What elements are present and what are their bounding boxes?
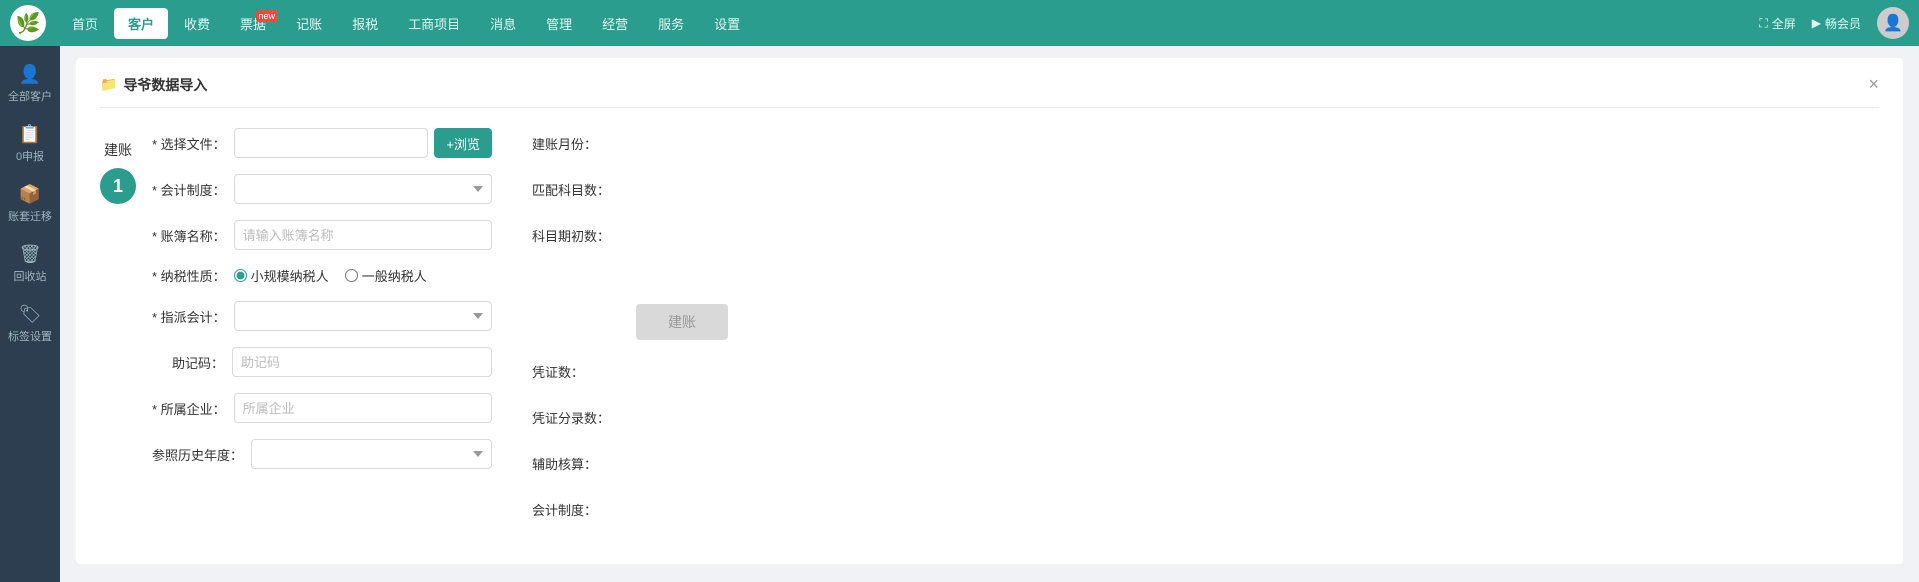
memo-input[interactable] [232,347,492,377]
nav-item-tax[interactable]: 报税 [338,8,392,39]
company-label: * 所属企业： [152,399,234,418]
info-row-voucher: 凭证数： [532,356,832,386]
company-input[interactable] [234,393,492,423]
info-entries-label: 凭证分录数： [532,408,622,427]
tax-small-label[interactable]: 小规模纳税人 [234,266,329,285]
assign-select[interactable] [234,301,492,331]
info-initial-label: 科目期初数： [532,226,622,245]
nav-item-customer[interactable]: 客户 [114,8,168,39]
vip-icon: ▶ [1812,16,1821,30]
sidebar-item-all-customers[interactable]: 👤 全部客户 [0,56,60,112]
browse-button[interactable]: +浏览 [434,128,492,158]
ledger-row: * 账簿名称： [152,220,492,250]
step-circle: 1 [100,168,136,204]
nav-item-invoice[interactable]: 票据 new [226,8,280,39]
panel-header: 📁 导爷数据导入 × [100,74,1879,108]
info-row-accounts: 匹配科目数： [532,174,832,204]
tax-row: * 纳税性质： 小规模纳税人 一般纳税人 [152,266,492,285]
nav-item-manage[interactable]: 管理 [532,8,586,39]
info-row-initial: 科目期初数： [532,220,832,250]
tax-small-radio[interactable] [234,269,247,282]
import-panel: 📁 导爷数据导入 × 建账 1 * 选择文件： [76,58,1903,564]
info-accounts-label: 匹配科目数： [532,180,622,199]
memo-row: 助记码： [152,347,492,377]
ledger-input[interactable] [234,220,492,250]
history-row: 参照历史年度： [152,439,492,469]
info-system-label: 会计制度： [532,500,622,519]
nav-item-message[interactable]: 消息 [476,8,530,39]
content-area: 📁 导爷数据导入 × 建账 1 * 选择文件： [60,46,1919,582]
nav-menu: 首页 客户 收费 票据 new 记账 报税 工商项目 消息 管理 经营 服务 设… [58,8,1759,39]
close-button[interactable]: × [1868,74,1879,95]
nav-item-home[interactable]: 首页 [58,8,112,39]
form-fields: * 选择文件： +浏览 * 会计制度： [152,128,492,485]
new-badge: new [256,10,279,22]
accounting-label: * 会计制度： [152,180,234,199]
top-navigation: 🌿 首页 客户 收费 票据 new 记账 报税 工商项目 消息 管理 经营 服务… [0,0,1919,46]
tax-radio-group: 小规模纳税人 一般纳税人 [234,266,427,285]
nav-item-business[interactable]: 经营 [588,8,642,39]
history-select[interactable] [251,439,492,469]
info-row-month: 建账月份： [532,128,832,158]
panel-title-icon: 📁 [100,76,117,93]
panel-title: 📁 导爷数据导入 [100,75,207,95]
assign-label: * 指派会计： [152,307,234,326]
assign-row: * 指派会计： [152,301,492,331]
build-button[interactable]: 建账 [636,304,728,340]
all-customers-icon: 👤 [19,64,41,85]
app-logo: 🌿 [10,5,46,41]
nav-item-settings[interactable]: 设置 [700,8,754,39]
sidebar-item-tags[interactable]: 🏷 标签设置 [0,296,60,352]
vip-button[interactable]: ▶ 畅会员 [1812,15,1861,32]
sidebar-item-recycle[interactable]: 🗑 回收站 [0,236,60,292]
tags-icon: 🏷 [19,304,42,325]
file-input-group: +浏览 [234,128,492,158]
tax-label: * 纳税性质： [152,266,234,285]
fullscreen-icon: ⛶ [1759,16,1767,31]
nav-right-area: ⛶ 全屏 ▶ 畅会员 👤 [1759,7,1909,39]
nav-item-fee[interactable]: 收费 [170,8,224,39]
ledger-label: * 账簿名称： [152,226,234,245]
avatar-icon: 👤 [1883,13,1903,33]
memo-label: 助记码： [152,353,232,372]
info-aux-label: 辅助核算： [532,454,622,473]
tax-general-radio[interactable] [345,269,358,282]
nav-item-service[interactable]: 服务 [644,8,698,39]
info-row-system: 会计制度： [532,494,832,524]
form-layout: 建账 1 * 选择文件： +浏览 [100,128,1879,540]
zero-declare-icon: 📋 [19,124,41,145]
file-row: * 选择文件： +浏览 [152,128,492,158]
recycle-icon: 🗑 [19,244,42,265]
file-input[interactable] [234,128,429,158]
migrate-icon: 📦 [19,184,41,205]
nav-item-bookkeeping[interactable]: 记账 [282,8,336,39]
file-label: * 选择文件： [152,134,234,153]
fullscreen-button[interactable]: ⛶ 全屏 [1759,15,1795,32]
info-month-label: 建账月份： [532,134,622,153]
form-left: 建账 1 * 选择文件： +浏览 [100,128,492,540]
main-layout: 👤 全部客户 📋 0申报 📦 账套迁移 🗑 回收站 🏷 标签设置 📁 导爷数据导… [0,46,1919,582]
avatar[interactable]: 👤 [1877,7,1909,39]
info-row-entries: 凭证分录数： [532,402,832,432]
accounting-row: * 会计制度： [152,174,492,204]
step-label: 建账 [104,140,132,160]
info-row-aux: 辅助核算： [532,448,832,478]
sidebar-item-zero-declare[interactable]: 📋 0申报 [0,116,60,172]
sidebar-item-migrate[interactable]: 📦 账套迁移 [0,176,60,232]
accounting-select[interactable] [234,174,492,204]
info-panel: 建账月份： 匹配科目数： 科目期初数： 建账 凭证数： [532,128,832,540]
company-row: * 所属企业： [152,393,492,423]
info-voucher-label: 凭证数： [532,362,622,381]
tax-general-label[interactable]: 一般纳税人 [345,266,427,285]
nav-item-commerce[interactable]: 工商项目 [394,8,474,39]
history-label: 参照历史年度： [152,445,251,464]
sidebar: 👤 全部客户 📋 0申报 📦 账套迁移 🗑 回收站 🏷 标签设置 [0,46,60,582]
logo-icon: 🌿 [16,11,41,36]
